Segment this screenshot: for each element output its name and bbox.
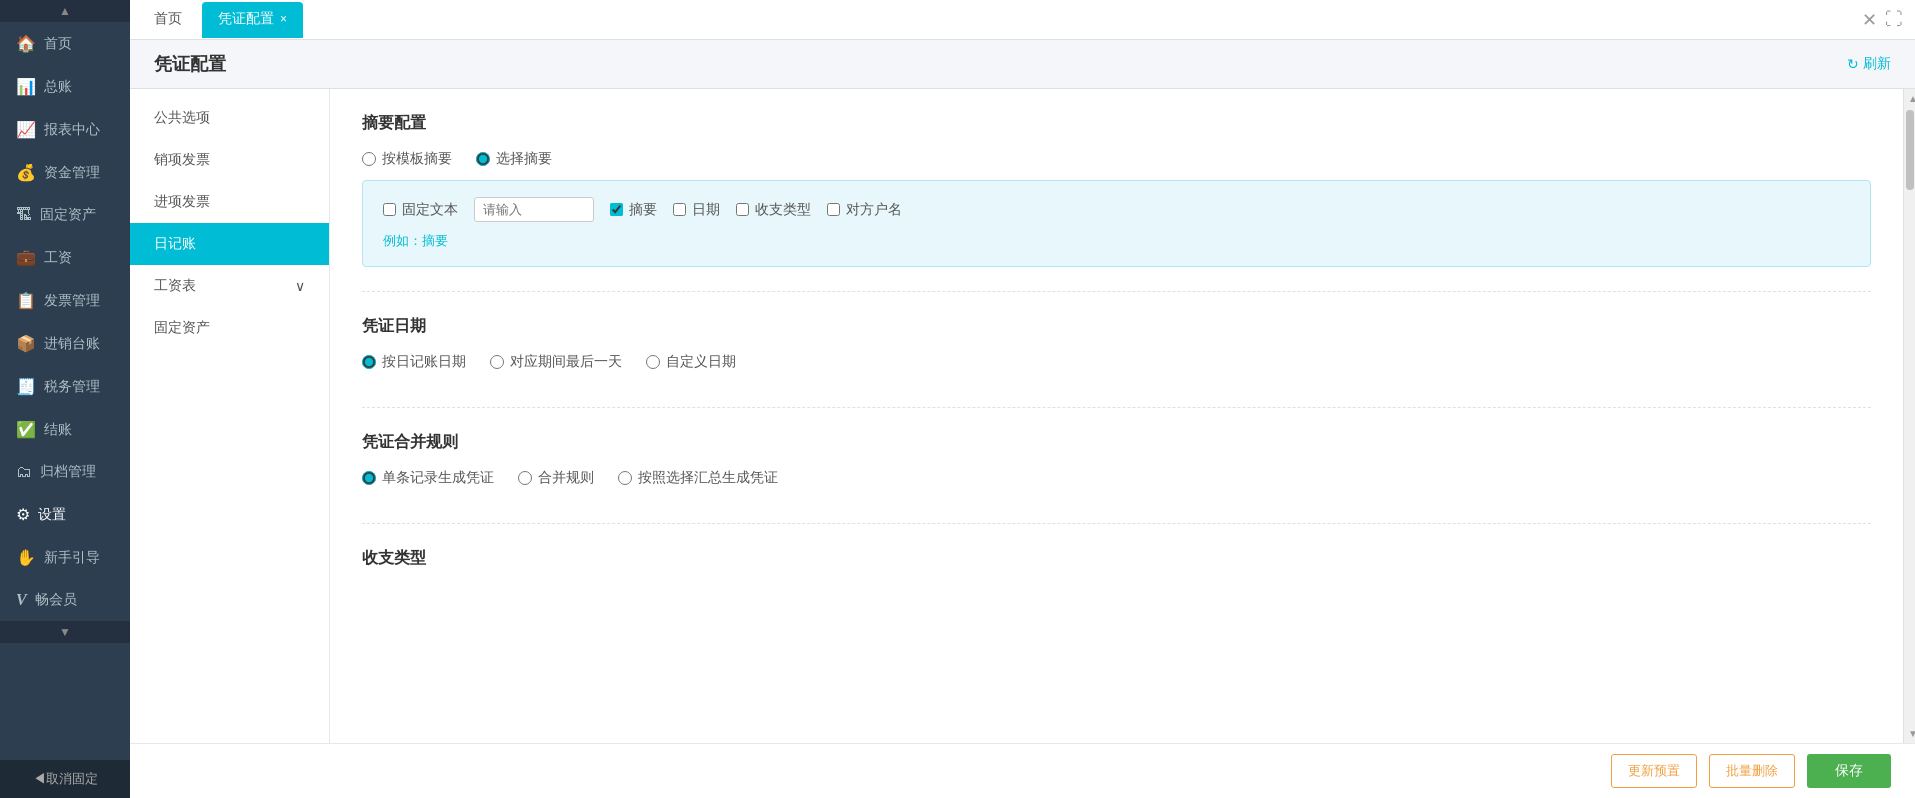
date-radio-group: 按日记账日期 对应期间最后一天 自定义日期 <box>362 353 1871 371</box>
summary-checkbox[interactable]: 摘要 <box>610 201 657 219</box>
right-panel: 摘要配置 按模板摘要 选择摘要 固定文本 <box>330 89 1903 743</box>
fixed-text-input[interactable] <box>474 197 594 222</box>
refresh-button[interactable]: ↻ 刷新 <box>1847 55 1891 73</box>
custom-date-radio[interactable]: 自定义日期 <box>646 353 736 371</box>
date-section: 凭证日期 按日记账日期 对应期间最后一天 自定义日期 <box>362 316 1871 408</box>
select-summary-radio[interactable]: 选择摘要 <box>476 150 552 168</box>
sidebar-item-checkout[interactable]: ✅ 结账 <box>0 408 130 451</box>
scroll-down-arrow[interactable]: ▼ <box>1904 724 1915 743</box>
invoice-icon: 📋 <box>16 291 36 310</box>
bottom-bar: 更新预置 批量删除 保存 <box>130 743 1915 798</box>
summary-radio-group: 按模板摘要 选择摘要 <box>362 150 1871 168</box>
sidebar-item-fund[interactable]: 💰 资金管理 <box>0 151 130 194</box>
summary-title: 摘要配置 <box>362 113 1871 134</box>
merge-radio-group: 单条记录生成凭证 合并规则 按照选择汇总生成凭证 <box>362 469 1871 487</box>
period-last-radio[interactable]: 对应期间最后一天 <box>490 353 622 371</box>
page-title: 凭证配置 <box>154 52 226 76</box>
sidebar-item-wage[interactable]: 💼 工资 <box>0 236 130 279</box>
left-menu-payroll[interactable]: 工资表 ∨ <box>130 265 329 307</box>
date-title: 凭证日期 <box>362 316 1871 337</box>
home-icon: 🏠 <box>16 34 36 53</box>
sidebar: ▲ 🏠 首页 📊 总账 📈 报表中心 💰 资金管理 🏗 固定资产 💼 工资 📋 … <box>0 0 130 798</box>
guide-icon: ✋ <box>16 548 36 567</box>
main-area: 首页 凭证配置 × ✕ ⛶ 凭证配置 ↻ 刷新 公共选项 销项发票 进项发票 日… <box>130 0 1915 798</box>
sidebar-item-archive[interactable]: 🗂 归档管理 <box>0 451 130 493</box>
wage-icon: 💼 <box>16 248 36 267</box>
tab-bar: 首页 凭证配置 × ✕ ⛶ <box>130 0 1915 40</box>
left-menu-fixed-assets[interactable]: 固定资产 <box>130 307 329 349</box>
refresh-icon: ↻ <box>1847 56 1859 72</box>
report-icon: 📈 <box>16 120 36 139</box>
merge-section: 凭证合并规则 单条记录生成凭证 合并规则 按照选择汇总生成凭证 <box>362 432 1871 524</box>
content-area: 公共选项 销项发票 进项发票 日记账 工资表 ∨ 固定资产 摘要配置 按模板摘要 <box>130 89 1915 743</box>
sidebar-item-ledger[interactable]: 📊 总账 <box>0 65 130 108</box>
income-type-title: 收支类型 <box>362 548 1871 569</box>
tab-voucher-config[interactable]: 凭证配置 × <box>202 2 303 38</box>
member-icon: V <box>16 591 27 609</box>
counterpart-checkbox[interactable]: 对方户名 <box>827 201 902 219</box>
tab-close-button[interactable]: × <box>280 12 287 26</box>
scroll-up-arrow[interactable]: ▲ <box>1904 89 1915 108</box>
sidebar-item-member[interactable]: V 畅会员 <box>0 579 130 621</box>
left-menu-sales-invoice[interactable]: 销项发票 <box>130 139 329 181</box>
fixed-text-checkbox[interactable]: 固定文本 <box>383 201 458 219</box>
summary-example: 例如：摘要 <box>383 232 1850 250</box>
maximize-button[interactable]: ⛶ <box>1885 9 1903 31</box>
sidebar-scroll-down[interactable]: ▼ <box>0 621 130 643</box>
left-menu-public[interactable]: 公共选项 <box>130 97 329 139</box>
sidebar-item-tax[interactable]: 🧾 税务管理 <box>0 365 130 408</box>
minimize-button[interactable]: ✕ <box>1862 9 1877 31</box>
checkout-icon: ✅ <box>16 420 36 439</box>
sidebar-scroll-up[interactable]: ▲ <box>0 0 130 22</box>
date-checkbox[interactable]: 日期 <box>673 201 720 219</box>
merge-title: 凭证合并规则 <box>362 432 1871 453</box>
scroll-thumb[interactable] <box>1906 110 1914 190</box>
chevron-down-icon: ∨ <box>295 278 305 294</box>
window-controls: ✕ ⛶ <box>1862 9 1903 31</box>
summary-section: 摘要配置 按模板摘要 选择摘要 固定文本 <box>362 113 1871 292</box>
tab-home[interactable]: 首页 <box>138 2 198 38</box>
sidebar-item-report[interactable]: 📈 报表中心 <box>0 108 130 151</box>
income-type-section: 收支类型 <box>362 548 1871 609</box>
sidebar-item-home[interactable]: 🏠 首页 <box>0 22 130 65</box>
update-preset-button[interactable]: 更新预置 <box>1611 754 1697 788</box>
scrollbar: ▲ ▼ <box>1903 89 1915 743</box>
ledger-icon: 📊 <box>16 77 36 96</box>
income-type-checkbox[interactable]: 收支类型 <box>736 201 811 219</box>
template-summary-radio[interactable]: 按模板摘要 <box>362 150 452 168</box>
fund-icon: 💰 <box>16 163 36 182</box>
left-menu-purchase-invoice[interactable]: 进项发票 <box>130 181 329 223</box>
tax-icon: 🧾 <box>16 377 36 396</box>
sidebar-item-sales[interactable]: 📦 进销台账 <box>0 322 130 365</box>
select-merge-radio[interactable]: 按照选择汇总生成凭证 <box>618 469 778 487</box>
settings-icon: ⚙ <box>16 505 30 524</box>
sales-icon: 📦 <box>16 334 36 353</box>
left-menu: 公共选项 销项发票 进项发票 日记账 工资表 ∨ 固定资产 <box>130 89 330 743</box>
sidebar-item-invoice[interactable]: 📋 发票管理 <box>0 279 130 322</box>
left-menu-journal[interactable]: 日记账 <box>130 223 329 265</box>
sidebar-item-guide[interactable]: ✋ 新手引导 <box>0 536 130 579</box>
assets-icon: 🏗 <box>16 206 32 224</box>
sidebar-item-settings[interactable]: ⚙ 设置 <box>0 493 130 536</box>
journal-date-radio[interactable]: 按日记账日期 <box>362 353 466 371</box>
sidebar-unpin[interactable]: ◀取消固定 <box>0 760 130 798</box>
single-record-radio[interactable]: 单条记录生成凭证 <box>362 469 494 487</box>
save-button[interactable]: 保存 <box>1807 754 1891 788</box>
merge-rule-radio[interactable]: 合并规则 <box>518 469 594 487</box>
sidebar-item-assets[interactable]: 🏗 固定资产 <box>0 194 130 236</box>
page-header: 凭证配置 ↻ 刷新 <box>130 40 1915 89</box>
archive-icon: 🗂 <box>16 463 32 481</box>
summary-config-box: 固定文本 摘要 日期 收支类型 <box>362 180 1871 267</box>
summary-checkbox-group: 固定文本 摘要 日期 收支类型 <box>383 197 1850 222</box>
batch-delete-button[interactable]: 批量删除 <box>1709 754 1795 788</box>
